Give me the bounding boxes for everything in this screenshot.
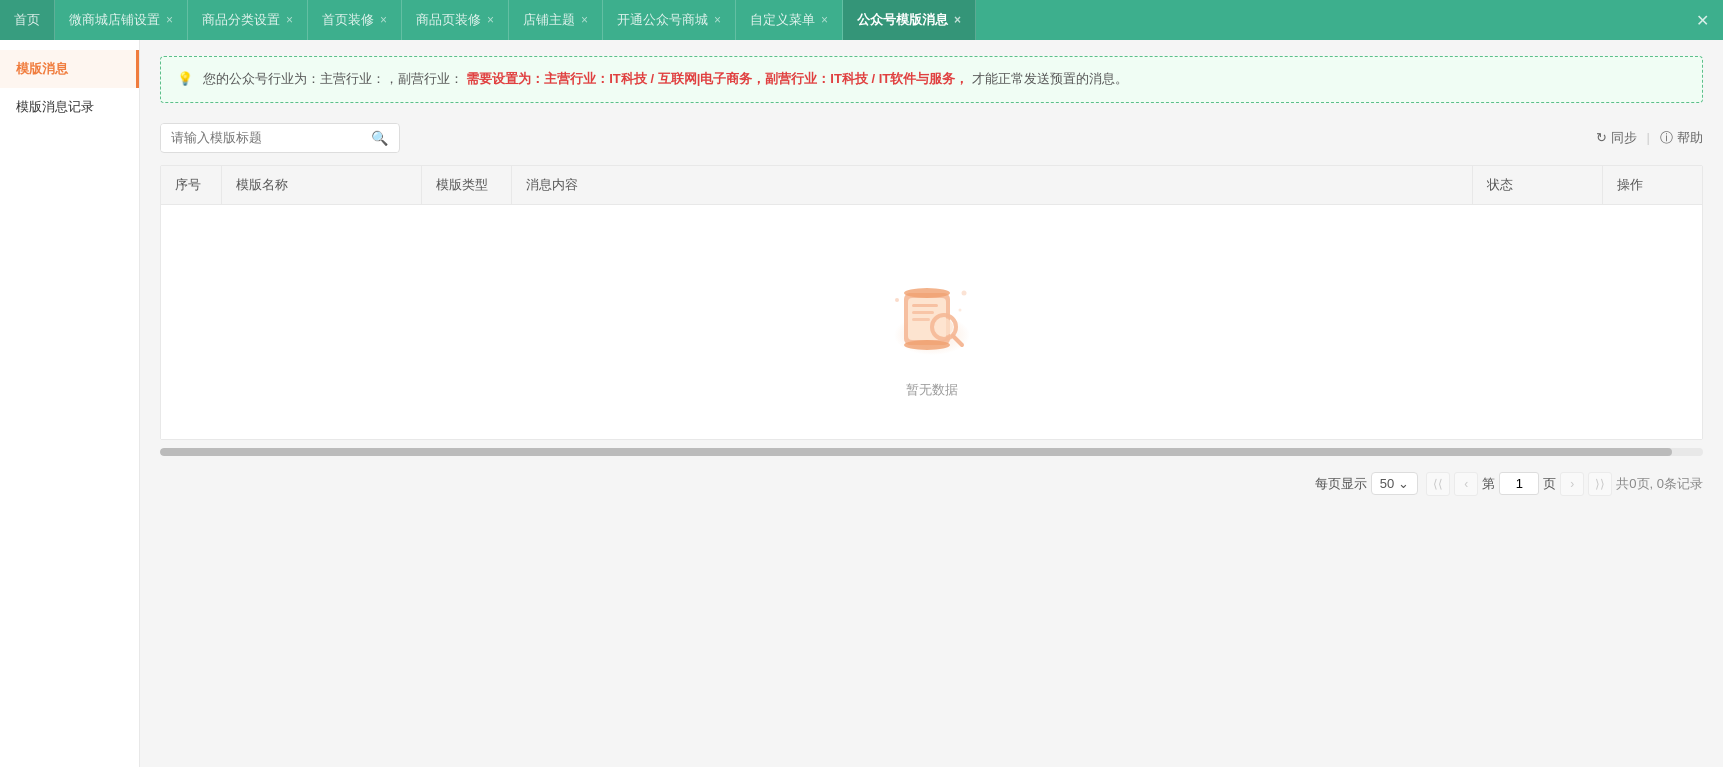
page-size-dropdown[interactable]: 50 ⌄ <box>1371 472 1418 495</box>
tab-template-msg[interactable]: 公众号模版消息 × <box>843 0 976 40</box>
page-label-after: 页 <box>1543 475 1556 493</box>
page-size-select: 每页显示 50 ⌄ <box>1315 472 1418 495</box>
page-navigation: ⟨⟨ ‹ 第 页 › ⟩⟩ 共0页, 0条记录 <box>1426 472 1703 496</box>
chevron-down-icon: ⌄ <box>1398 476 1409 491</box>
page-size-label: 每页显示 <box>1315 475 1367 493</box>
sync-button[interactable]: ↻ 同步 <box>1596 129 1637 147</box>
sidebar-item-template-msg[interactable]: 模版消息 <box>0 50 139 88</box>
help-label: 帮助 <box>1677 129 1703 147</box>
tab-label: 商品页装修 <box>416 11 481 29</box>
divider: | <box>1647 130 1650 145</box>
page-input[interactable] <box>1499 472 1539 495</box>
first-page-button[interactable]: ⟨⟨ <box>1426 472 1450 496</box>
window-close-button[interactable]: ✕ <box>1682 11 1723 30</box>
tab-open-mall[interactable]: 开通公众号商城 × <box>603 0 736 40</box>
close-icon[interactable]: × <box>286 13 293 27</box>
tab-home[interactable]: 首页 <box>0 0 55 40</box>
tab-shop-theme[interactable]: 店铺主题 × <box>509 0 603 40</box>
total-text: 共0页, 0条记录 <box>1616 475 1703 493</box>
tab-label: 开通公众号商城 <box>617 11 708 29</box>
col-content: 消息内容 <box>511 166 1472 205</box>
notice-box: 💡 您的公众号行业为：主营行业：，副营行业： 需要设置为：主营行业：IT科技 /… <box>160 56 1703 103</box>
svg-point-7 <box>904 340 950 350</box>
help-button[interactable]: ⓘ 帮助 <box>1660 129 1703 147</box>
svg-point-9 <box>935 318 953 336</box>
notice-highlight: 需要设置为：主营行业：IT科技 / 互联网|电子商务，副营行业：IT科技 / I… <box>466 71 968 86</box>
tab-label: 公众号模版消息 <box>857 11 948 29</box>
tab-product-decor[interactable]: 商品页装修 × <box>402 0 509 40</box>
close-icon[interactable]: × <box>714 13 721 27</box>
sidebar-item-label: 模版消息 <box>16 61 68 76</box>
notice-suffix: 才能正常发送预置的消息。 <box>972 71 1128 86</box>
svg-point-12 <box>961 290 966 295</box>
close-icon[interactable]: × <box>581 13 588 27</box>
pagination: 每页显示 50 ⌄ ⟨⟨ ‹ 第 页 › ⟩⟩ 共0页, 0条记录 <box>160 464 1703 504</box>
page-size-value: 50 <box>1380 476 1394 491</box>
svg-point-11 <box>895 298 899 302</box>
search-bar: 🔍 ↻ 同步 | ⓘ 帮助 <box>160 123 1703 153</box>
table-header-row: 序号 模版名称 模版类型 消息内容 状态 操作 <box>161 166 1702 205</box>
help-icon: ⓘ <box>1660 129 1673 147</box>
last-page-button[interactable]: ⟩⟩ <box>1588 472 1612 496</box>
data-table: 序号 模版名称 模版类型 消息内容 状态 操作 <box>161 166 1702 439</box>
main-layout: 模版消息 模版消息记录 💡 您的公众号行业为：主营行业：，副营行业： 需要设置为… <box>0 40 1723 767</box>
content-area: 💡 您的公众号行业为：主营行业：，副营行业： 需要设置为：主营行业：IT科技 /… <box>140 40 1723 767</box>
search-icon: 🔍 <box>371 130 388 146</box>
close-icon[interactable]: × <box>487 13 494 27</box>
table-empty-row: 暂无数据 <box>161 204 1702 439</box>
table-wrapper: 序号 模版名称 模版类型 消息内容 状态 操作 <box>160 165 1703 440</box>
close-icon[interactable]: × <box>954 13 961 27</box>
col-seq: 序号 <box>161 166 221 205</box>
col-name: 模版名称 <box>221 166 421 205</box>
svg-point-13 <box>958 308 961 311</box>
next-page-button[interactable]: › <box>1560 472 1584 496</box>
table-scrollbar[interactable] <box>160 448 1703 456</box>
sync-icon: ↻ <box>1596 130 1607 145</box>
scrollbar-thumb <box>160 448 1672 456</box>
empty-illustration <box>882 265 982 365</box>
tab-product-category[interactable]: 商品分类设置 × <box>188 0 308 40</box>
tab-label: 商品分类设置 <box>202 11 280 29</box>
empty-state: 暂无数据 <box>161 205 1702 439</box>
svg-rect-3 <box>912 304 938 307</box>
search-input[interactable] <box>161 124 361 151</box>
sync-label: 同步 <box>1611 129 1637 147</box>
notice-prefix: 您的公众号行业为：主营行业：，副营行业： <box>203 71 463 86</box>
svg-point-6 <box>904 288 950 298</box>
col-type: 模版类型 <box>421 166 511 205</box>
search-input-wrap: 🔍 <box>160 123 400 153</box>
tab-custom-menu[interactable]: 自定义菜单 × <box>736 0 843 40</box>
empty-text: 暂无数据 <box>906 381 958 399</box>
sidebar-item-template-record[interactable]: 模版消息记录 <box>0 88 139 126</box>
svg-rect-4 <box>912 311 934 314</box>
tab-wechat-shop[interactable]: 微商城店铺设置 × <box>55 0 188 40</box>
close-icon[interactable]: × <box>821 13 828 27</box>
search-button[interactable]: 🔍 <box>361 124 398 152</box>
svg-rect-5 <box>912 318 930 321</box>
tab-home-decor[interactable]: 首页装修 × <box>308 0 402 40</box>
tab-label: 微商城店铺设置 <box>69 11 160 29</box>
page-label-before: 第 <box>1482 475 1495 493</box>
tab-label: 店铺主题 <box>523 11 575 29</box>
col-action: 操作 <box>1602 166 1702 205</box>
sidebar-item-label: 模版消息记录 <box>16 99 94 114</box>
close-icon[interactable]: × <box>380 13 387 27</box>
notice-icon: 💡 <box>177 71 193 86</box>
sidebar: 模版消息 模版消息记录 <box>0 40 140 767</box>
tab-label: 首页 <box>14 11 40 29</box>
col-status: 状态 <box>1472 166 1602 205</box>
tab-bar: 首页 微商城店铺设置 × 商品分类设置 × 首页装修 × 商品页装修 × 店铺主… <box>0 0 1723 40</box>
prev-page-button[interactable]: ‹ <box>1454 472 1478 496</box>
tab-label: 首页装修 <box>322 11 374 29</box>
search-actions: ↻ 同步 | ⓘ 帮助 <box>1596 129 1703 147</box>
close-icon[interactable]: × <box>166 13 173 27</box>
tab-label: 自定义菜单 <box>750 11 815 29</box>
